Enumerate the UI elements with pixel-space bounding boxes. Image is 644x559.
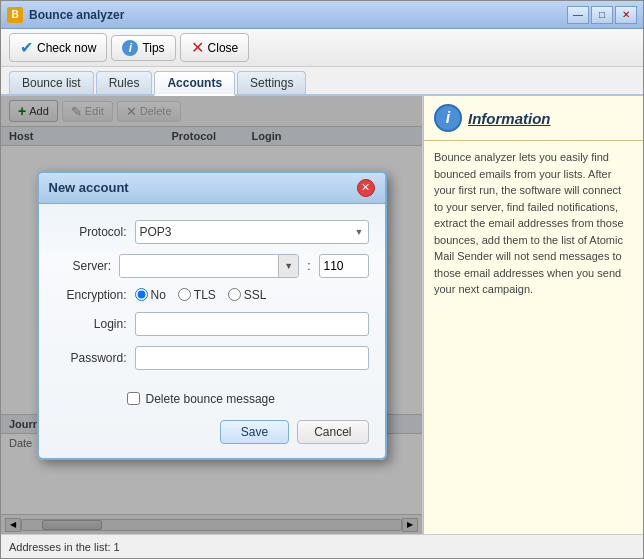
server-control: ▼ : [119, 254, 368, 278]
delete-bounce-checkbox[interactable] [127, 392, 140, 405]
encryption-radio-group: No TLS SSL [135, 288, 267, 302]
encryption-tls-label[interactable]: TLS [178, 288, 216, 302]
check-now-icon: ✔ [20, 38, 33, 57]
tab-rules[interactable]: Rules [96, 71, 153, 94]
login-input[interactable] [135, 312, 369, 336]
window-controls: — □ ✕ [567, 6, 637, 24]
encryption-tls-text: TLS [194, 288, 216, 302]
server-dropdown-arrow[interactable]: ▼ [278, 255, 298, 277]
new-account-dialog: New account ✕ Protocol: POP3 ▼ [37, 171, 387, 460]
encryption-no-radio[interactable] [135, 288, 148, 301]
encryption-row: Encryption: No TLS [55, 288, 369, 302]
app-icon: B [7, 7, 23, 23]
modal-overlay: New account ✕ Protocol: POP3 ▼ [1, 96, 422, 534]
dialog-title: New account [49, 180, 129, 195]
window-title: Bounce analyzer [29, 8, 561, 22]
delete-bounce-label[interactable]: Delete bounce message [146, 392, 275, 406]
close-icon: ✕ [191, 38, 204, 57]
info-icon: i [434, 104, 462, 132]
maximize-button[interactable]: □ [591, 6, 613, 24]
password-control [135, 346, 369, 370]
encryption-ssl-label[interactable]: SSL [228, 288, 267, 302]
tab-bar: Bounce list Rules Accounts Settings [1, 67, 643, 96]
login-control [135, 312, 369, 336]
dialog-footer: Save Cancel [39, 420, 385, 458]
main-content: + Add ✎ Edit ✕ Delete Host Protocol Logi… [1, 96, 643, 534]
status-bar: Addresses in the list: 1 [1, 534, 643, 558]
tips-button[interactable]: i Tips [111, 35, 175, 61]
info-panel: i Information Bounce analyzer lets you e… [423, 96, 643, 534]
minimize-button[interactable]: — [567, 6, 589, 24]
login-row: Login: [55, 312, 369, 336]
tab-settings[interactable]: Settings [237, 71, 306, 94]
server-input[interactable] [120, 255, 278, 277]
cancel-button[interactable]: Cancel [297, 420, 368, 444]
encryption-label: Encryption: [55, 288, 135, 302]
delete-bounce-row: Delete bounce message [39, 392, 385, 406]
password-input[interactable] [135, 346, 369, 370]
protocol-control: POP3 ▼ [135, 220, 369, 244]
protocol-value: POP3 [140, 225, 172, 239]
left-panel: + Add ✎ Edit ✕ Delete Host Protocol Logi… [1, 96, 423, 534]
window-close-button[interactable]: ✕ [615, 6, 637, 24]
info-title: Information [468, 110, 551, 127]
password-row: Password: [55, 346, 369, 370]
port-input[interactable] [319, 254, 369, 278]
check-now-label: Check now [37, 41, 96, 55]
encryption-ssl-text: SSL [244, 288, 267, 302]
encryption-no-label[interactable]: No [135, 288, 166, 302]
tab-accounts[interactable]: Accounts [154, 71, 235, 96]
protocol-dropdown-arrow: ▼ [355, 227, 364, 237]
tips-label: Tips [142, 41, 164, 55]
main-toolbar: ✔ Check now i Tips ✕ Close [1, 29, 643, 67]
tips-icon: i [122, 40, 138, 56]
status-text: Addresses in the list: 1 [9, 541, 120, 553]
main-window: B Bounce analyzer — □ ✕ ✔ Check now i Ti… [0, 0, 644, 559]
password-label: Password: [55, 351, 135, 365]
info-text: Bounce analyzer lets you easily find bou… [434, 151, 624, 295]
server-row: Server: ▼ : [55, 254, 369, 278]
dialog-close-button[interactable]: ✕ [357, 179, 375, 197]
tab-bounce-list[interactable]: Bounce list [9, 71, 94, 94]
port-separator: : [307, 259, 310, 273]
server-label: Server: [55, 259, 120, 273]
encryption-ssl-radio[interactable] [228, 288, 241, 301]
protocol-select[interactable]: POP3 ▼ [135, 220, 369, 244]
server-input-container: ▼ [119, 254, 299, 278]
save-button[interactable]: Save [220, 420, 289, 444]
dialog-body: Protocol: POP3 ▼ Server: [39, 204, 385, 392]
close-label: Close [208, 41, 239, 55]
encryption-no-text: No [151, 288, 166, 302]
encryption-control: No TLS SSL [135, 288, 369, 302]
check-now-button[interactable]: ✔ Check now [9, 33, 107, 62]
info-header: i Information [424, 96, 643, 141]
info-body: Bounce analyzer lets you easily find bou… [424, 141, 643, 306]
title-bar: B Bounce analyzer — □ ✕ [1, 1, 643, 29]
protocol-row: Protocol: POP3 ▼ [55, 220, 369, 244]
close-button[interactable]: ✕ Close [180, 33, 250, 62]
protocol-label: Protocol: [55, 225, 135, 239]
encryption-tls-radio[interactable] [178, 288, 191, 301]
dialog-title-bar: New account ✕ [39, 173, 385, 204]
login-label: Login: [55, 317, 135, 331]
